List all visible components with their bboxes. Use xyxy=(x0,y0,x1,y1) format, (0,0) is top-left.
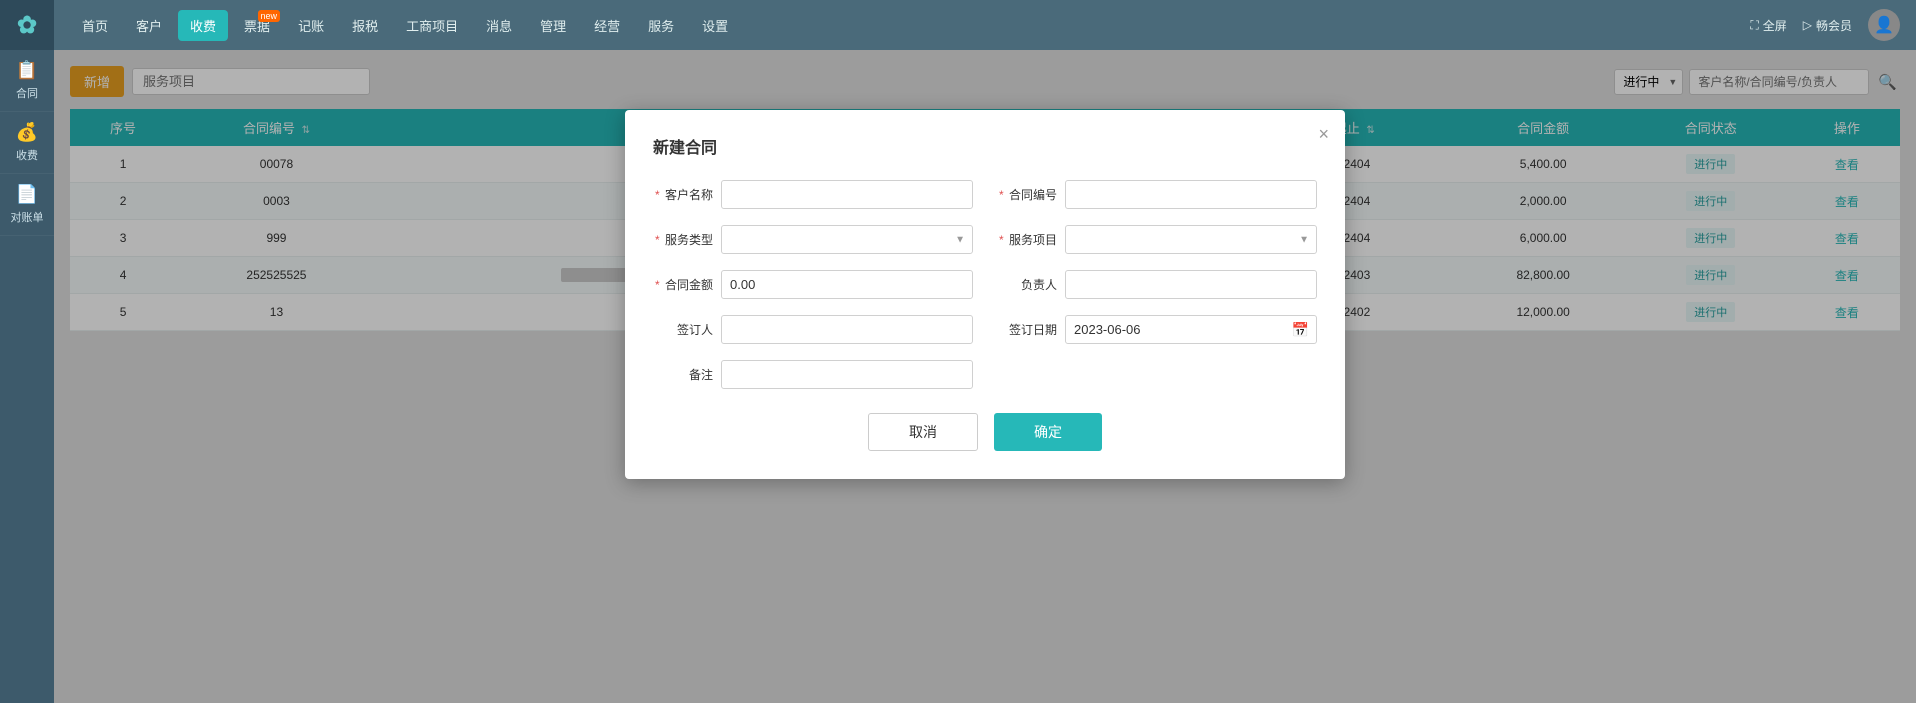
form-row-1: * 客户名称 * 合同编号 xyxy=(653,180,1317,209)
responsible-label: 负责人 xyxy=(997,276,1057,293)
cancel-button[interactable]: 取消 xyxy=(868,413,978,451)
form-group-sign-date: 签订日期 📅 xyxy=(997,315,1317,344)
play-icon: ▷ xyxy=(1803,18,1812,32)
form-group-amount: * 合同金额 xyxy=(653,270,973,299)
modal-overlay: 新建合同 × * 客户名称 * 合同编号 xyxy=(54,50,1916,703)
form-group-signatory: 签订人 xyxy=(653,315,973,344)
signatory-label: 签订人 xyxy=(653,321,713,338)
sidebar-item-contract[interactable]: 📋 合同 xyxy=(0,50,54,112)
service-type-select[interactable] xyxy=(721,225,973,254)
form-group-contract-no: * 合同编号 xyxy=(997,180,1317,209)
required-star-3: * xyxy=(655,233,660,247)
calendar-icon[interactable]: 📅 xyxy=(1292,321,1309,338)
form-row-5: 备注 xyxy=(653,360,1317,389)
nav-home[interactable]: 首页 xyxy=(70,10,120,41)
form-row-2: * 服务类型 * 服务项目 xyxy=(653,225,1317,254)
member-button[interactable]: ▷ 畅会员 xyxy=(1803,17,1852,34)
nav-customer[interactable]: 客户 xyxy=(124,10,174,41)
avatar[interactable]: 👤 xyxy=(1868,9,1900,41)
required-star-4: * xyxy=(999,233,1004,247)
logo-icon: ✿ xyxy=(17,11,37,40)
sign-date-label: 签订日期 xyxy=(997,321,1057,338)
note-label: 备注 xyxy=(653,366,713,383)
content-area: 新增 进行中 已结束 全部 🔍 序号 xyxy=(54,50,1916,703)
form-group-responsible: 负责人 xyxy=(997,270,1317,299)
sidebar-item-receipts[interactable]: 💰 收费 xyxy=(0,112,54,174)
modal-footer: 取消 确定 xyxy=(653,413,1317,451)
signatory-input[interactable] xyxy=(721,315,973,344)
sign-date-input[interactable] xyxy=(1065,315,1317,344)
app-logo: ✿ xyxy=(0,0,54,50)
sidebar-item-contract-label: 合同 xyxy=(16,85,38,101)
modal-title: 新建合同 xyxy=(653,134,1317,158)
service-type-select-wrapper xyxy=(721,225,973,254)
nav-messages[interactable]: 消息 xyxy=(474,10,524,41)
service-item-select-wrapper xyxy=(1065,225,1317,254)
nav-service[interactable]: 服务 xyxy=(636,10,686,41)
contract-icon: 📋 xyxy=(16,60,38,81)
topnav-right: ⛶ 全屏 ▷ 畅会员 👤 xyxy=(1750,9,1900,41)
sidebar-item-reconcile-label: 对账单 xyxy=(11,209,44,225)
nav-settings[interactable]: 设置 xyxy=(690,10,740,41)
nav-tax[interactable]: 报税 xyxy=(340,10,390,41)
member-label: 畅会员 xyxy=(1816,17,1852,34)
date-input-wrapper: 📅 xyxy=(1065,315,1317,344)
contract-no-label: * 合同编号 xyxy=(997,186,1057,203)
fullscreen-icon: ⛶ xyxy=(1750,18,1758,33)
fullscreen-button[interactable]: ⛶ 全屏 xyxy=(1750,17,1786,34)
fullscreen-label: 全屏 xyxy=(1763,17,1787,34)
form-group-note: 备注 xyxy=(653,360,973,389)
nav-tickets[interactable]: 票据 new xyxy=(232,10,282,41)
modal-close-button[interactable]: × xyxy=(1318,124,1329,145)
customer-name-label: * 客户名称 xyxy=(653,186,713,203)
nav-operations[interactable]: 经营 xyxy=(582,10,632,41)
new-badge: new xyxy=(258,10,281,23)
confirm-button[interactable]: 确定 xyxy=(994,413,1102,451)
new-contract-modal: 新建合同 × * 客户名称 * 合同编号 xyxy=(625,110,1345,479)
sidebar-item-reconcile[interactable]: 📄 对账单 xyxy=(0,174,54,236)
nav-bookkeeping[interactable]: 记账 xyxy=(286,10,336,41)
form-group-service-type: * 服务类型 xyxy=(653,225,973,254)
form-group-service-item: * 服务项目 xyxy=(997,225,1317,254)
topnav: 首页 客户 收费 票据 new 记账 报税 工商项目 消息 管理 经营 服务 设… xyxy=(54,0,1916,50)
nav-commerce[interactable]: 工商项目 xyxy=(394,10,470,41)
form-group-customer-name: * 客户名称 xyxy=(653,180,973,209)
customer-name-input[interactable] xyxy=(721,180,973,209)
required-star-2: * xyxy=(999,188,1004,202)
nav-management[interactable]: 管理 xyxy=(528,10,578,41)
sidebar-item-receipts-label: 收费 xyxy=(16,147,38,163)
required-star: * xyxy=(655,188,660,202)
amount-label: * 合同金额 xyxy=(653,276,713,293)
note-input[interactable] xyxy=(721,360,973,389)
contract-no-input[interactable] xyxy=(1065,180,1317,209)
service-type-label: * 服务类型 xyxy=(653,231,713,248)
service-item-select[interactable] xyxy=(1065,225,1317,254)
avatar-icon: 👤 xyxy=(1874,15,1894,35)
service-item-label: * 服务项目 xyxy=(997,231,1057,248)
form-row-4: 签订人 签订日期 📅 xyxy=(653,315,1317,344)
required-star-5: * xyxy=(655,278,660,292)
sidebar: ✿ 📋 合同 💰 收费 📄 对账单 xyxy=(0,0,54,703)
main-area: 首页 客户 收费 票据 new 记账 报税 工商项目 消息 管理 经营 服务 设… xyxy=(54,0,1916,703)
nav-receipts[interactable]: 收费 xyxy=(178,10,228,41)
form-row-3: * 合同金额 负责人 xyxy=(653,270,1317,299)
receipts-icon: 💰 xyxy=(16,122,38,143)
responsible-input[interactable] xyxy=(1065,270,1317,299)
amount-input[interactable] xyxy=(721,270,973,299)
reconcile-icon: 📄 xyxy=(16,184,38,205)
